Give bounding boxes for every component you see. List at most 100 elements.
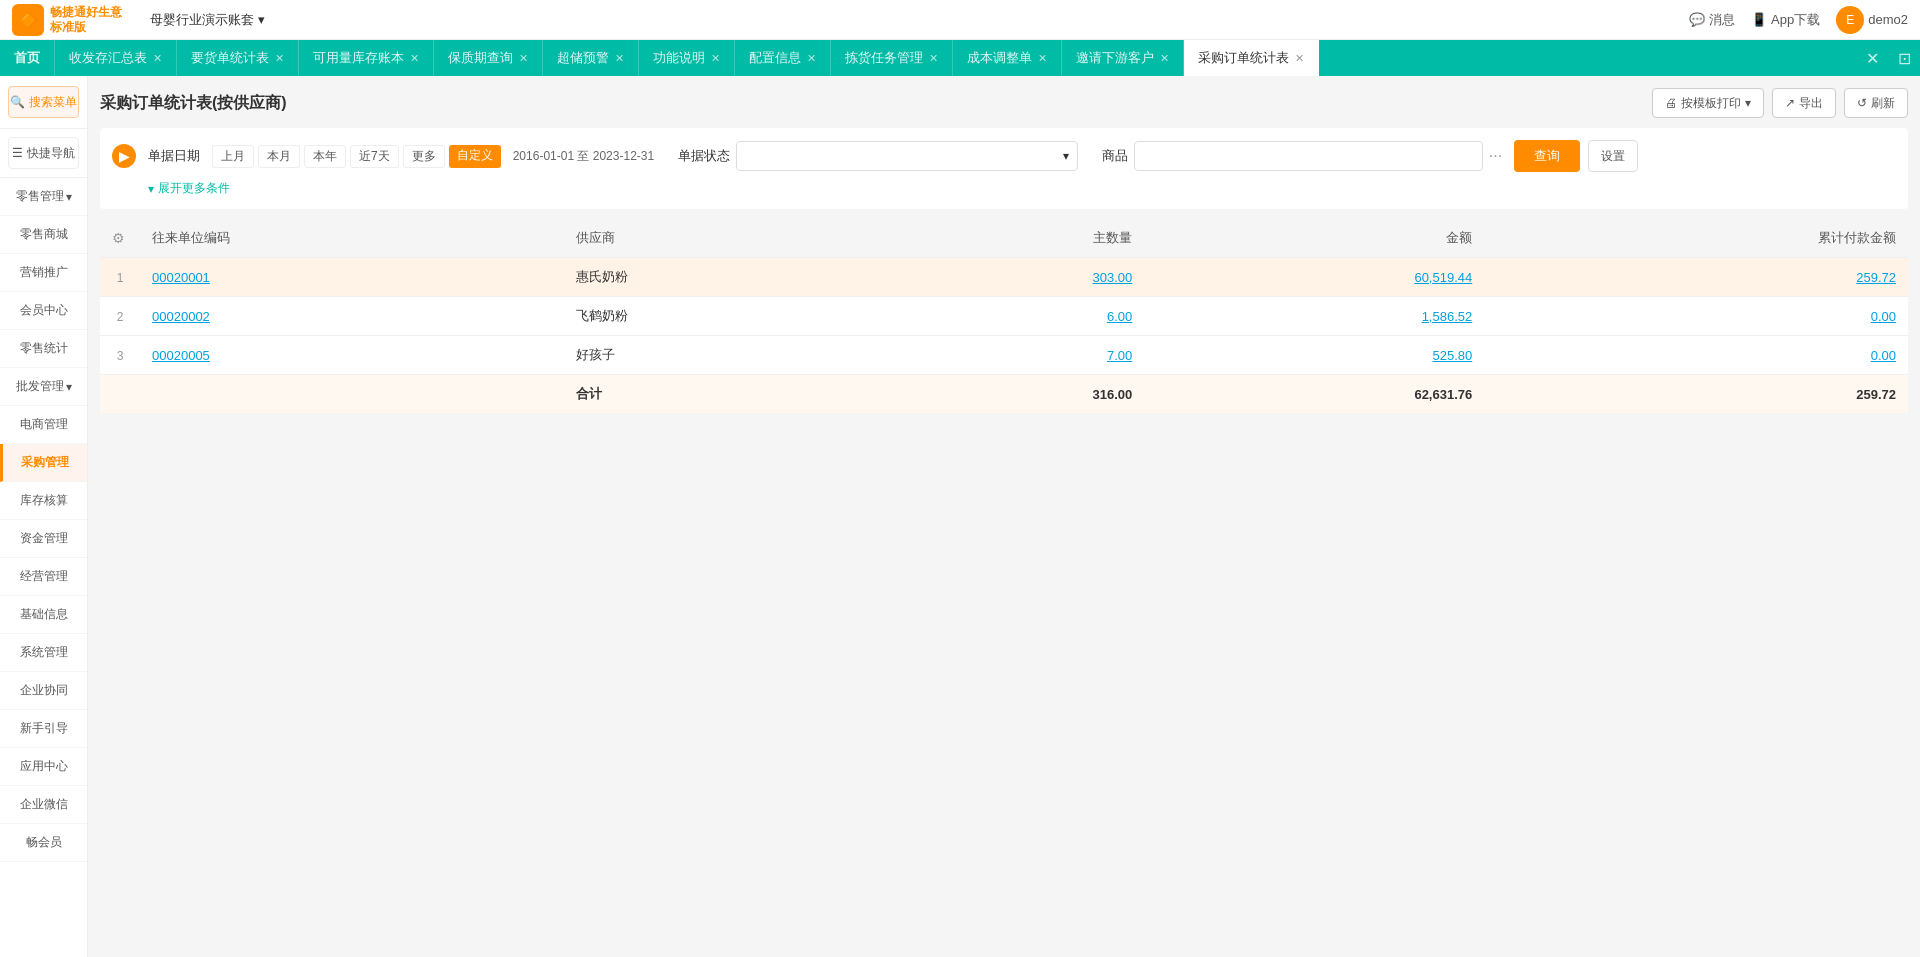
amount-link[interactable]: 1,586.52 bbox=[1422, 309, 1473, 324]
table-row: 1 00020001 惠氏奶粉 303.00 60,519.44 259.72 bbox=[100, 258, 1908, 297]
tab-overstock-warning[interactable]: 超储预警 ✕ bbox=[543, 40, 639, 76]
date-last-month-btn[interactable]: 上月 bbox=[212, 145, 254, 168]
col-header-qty: 主数量 bbox=[879, 219, 1144, 258]
sidebar-item-finance-mgmt[interactable]: 资金管理 bbox=[0, 520, 87, 558]
goods-input[interactable] bbox=[1134, 141, 1483, 171]
close-icon[interactable]: ✕ bbox=[519, 52, 528, 65]
close-icon[interactable]: ✕ bbox=[929, 52, 938, 65]
sidebar-item-ecommerce-mgmt[interactable]: 电商管理 bbox=[0, 406, 87, 444]
close-icon[interactable]: ✕ bbox=[807, 52, 816, 65]
top-bar: 🔶 畅捷通好生意 标准版 母婴行业演示账套 ▾ 💬 消息 📱 App下载 bbox=[0, 0, 1920, 40]
chevron-down-icon: ▾ bbox=[1063, 149, 1069, 163]
tab-maximize-btn[interactable]: ⊡ bbox=[1888, 40, 1920, 76]
expand-more-btn[interactable]: ▾ 展开更多条件 bbox=[148, 180, 230, 197]
amount-cell: 525.80 bbox=[1144, 336, 1484, 375]
nav-tabs-bar: 首页 收发存汇总表 ✕ 要货单统计表 ✕ 可用量库存账本 ✕ 保质期查询 ✕ 超… bbox=[0, 40, 1920, 76]
search-menu-btn[interactable]: 🔍 搜索菜单 bbox=[8, 86, 79, 118]
amount-link[interactable]: 525.80 bbox=[1432, 348, 1472, 363]
sidebar-item-ops-mgmt[interactable]: 经营管理 bbox=[0, 558, 87, 596]
tab-home[interactable]: 首页 bbox=[0, 40, 55, 76]
footer-amount: 62,631.76 bbox=[1144, 375, 1484, 414]
chevron-down-icon: ▾ bbox=[148, 182, 154, 196]
sidebar-item-new-guide[interactable]: 新手引导 bbox=[0, 710, 87, 748]
tab-invite-downstream[interactable]: 邀请下游客户 ✕ bbox=[1062, 40, 1184, 76]
goods-label: 商品 bbox=[1102, 147, 1128, 165]
sidebar-item-purchase-mgmt[interactable]: 采购管理 bbox=[0, 444, 87, 482]
qty-link[interactable]: 6.00 bbox=[1107, 309, 1132, 324]
app-download-btn[interactable]: 📱 App下载 bbox=[1751, 11, 1820, 29]
user-profile[interactable]: E demo2 bbox=[1836, 6, 1908, 34]
quick-nav-btn[interactable]: ☰ 快捷导航 bbox=[8, 137, 79, 169]
paid-link[interactable]: 0.00 bbox=[1871, 348, 1896, 363]
export-btn[interactable]: ↗ 导出 bbox=[1772, 88, 1836, 118]
unit-code-link[interactable]: 00020001 bbox=[152, 270, 210, 285]
goods-filter-field: 商品 ··· bbox=[1102, 141, 1502, 171]
page-title: 采购订单统计表(按供应商) bbox=[100, 93, 287, 114]
tab-cost-adjust[interactable]: 成本调整单 ✕ bbox=[953, 40, 1062, 76]
close-icon[interactable]: ✕ bbox=[1160, 52, 1169, 65]
tab-purchase-summary[interactable]: 采购订单统计表 ✕ bbox=[1184, 40, 1319, 76]
refresh-btn[interactable]: ↺ 刷新 bbox=[1844, 88, 1908, 118]
qty-cell: 303.00 bbox=[879, 258, 1144, 297]
filter-toggle-btn[interactable]: ▶ bbox=[112, 144, 136, 168]
nav-icon: ☰ bbox=[12, 146, 23, 160]
sidebar-item-retail-stats[interactable]: 零售统计 bbox=[0, 330, 87, 368]
tab-config-info[interactable]: 配置信息 ✕ bbox=[735, 40, 831, 76]
paid-amount-cell: 0.00 bbox=[1484, 297, 1908, 336]
workspace-selector[interactable]: 母婴行业演示账套 ▾ bbox=[150, 11, 265, 29]
sidebar-item-enterprise-collab[interactable]: 企业协同 bbox=[0, 672, 87, 710]
amount-link[interactable]: 60,519.44 bbox=[1414, 270, 1472, 285]
close-icon[interactable]: ✕ bbox=[615, 52, 624, 65]
unit-code-link[interactable]: 00020002 bbox=[152, 309, 210, 324]
search-icon: 🔍 bbox=[10, 95, 25, 109]
sidebar-nav-btn-area: ☰ 快捷导航 bbox=[0, 129, 87, 178]
close-icon[interactable]: ✕ bbox=[1295, 52, 1304, 65]
tab-inventory-ledger[interactable]: 可用量库存账本 ✕ bbox=[299, 40, 434, 76]
table-body: 1 00020001 惠氏奶粉 303.00 60,519.44 259.72 … bbox=[100, 258, 1908, 375]
ellipsis-icon[interactable]: ··· bbox=[1489, 147, 1502, 165]
sidebar-item-wholesale-mgmt[interactable]: 批发管理 ▾ bbox=[0, 368, 87, 406]
date-custom-badge[interactable]: 自定义 bbox=[449, 145, 501, 168]
tab-warranty-query[interactable]: 保质期查询 ✕ bbox=[434, 40, 543, 76]
date-this-month-btn[interactable]: 本月 bbox=[258, 145, 300, 168]
chevron-down-icon: ▾ bbox=[1745, 96, 1751, 110]
close-icon[interactable]: ✕ bbox=[410, 52, 419, 65]
sidebar-item-retail-mall[interactable]: 零售商城 bbox=[0, 216, 87, 254]
sidebar: 🔍 搜索菜单 ☰ 快捷导航 零售管理 ▾ 零售商城 营销推广 会 bbox=[0, 76, 88, 957]
sidebar-item-system-mgmt[interactable]: 系统管理 bbox=[0, 634, 87, 672]
paid-link[interactable]: 0.00 bbox=[1871, 309, 1896, 324]
query-btn[interactable]: 查询 bbox=[1514, 140, 1580, 172]
qty-link[interactable]: 7.00 bbox=[1107, 348, 1132, 363]
unit-code-link[interactable]: 00020005 bbox=[152, 348, 210, 363]
date-this-year-btn[interactable]: 本年 bbox=[304, 145, 346, 168]
sidebar-item-member-center[interactable]: 会员中心 bbox=[0, 292, 87, 330]
sidebar-item-enterprise-wechat[interactable]: 企业微信 bbox=[0, 786, 87, 824]
tab-close-btn[interactable]: ✕ bbox=[1856, 40, 1888, 76]
settings-btn[interactable]: 设置 bbox=[1588, 140, 1638, 172]
sidebar-item-app-center[interactable]: 应用中心 bbox=[0, 748, 87, 786]
paid-link[interactable]: 259.72 bbox=[1856, 270, 1896, 285]
sidebar-item-basic-info[interactable]: 基础信息 bbox=[0, 596, 87, 634]
sidebar-item-vip-member[interactable]: 畅会员 bbox=[0, 824, 87, 862]
message-btn[interactable]: 💬 消息 bbox=[1689, 11, 1735, 29]
date-7days-btn[interactable]: 近7天 bbox=[350, 145, 399, 168]
close-icon[interactable]: ✕ bbox=[1038, 52, 1047, 65]
tab-collect-pay[interactable]: 收发存汇总表 ✕ bbox=[55, 40, 177, 76]
tab-order-summary[interactable]: 要货单统计表 ✕ bbox=[177, 40, 299, 76]
sidebar-item-retail-mgmt[interactable]: 零售管理 ▾ bbox=[0, 178, 87, 216]
qty-link[interactable]: 303.00 bbox=[1093, 270, 1133, 285]
close-icon[interactable]: ✕ bbox=[711, 52, 720, 65]
print-btn[interactable]: 🖨 按模板打印 ▾ bbox=[1652, 88, 1764, 118]
date-filter-label: 单据日期 bbox=[148, 147, 200, 165]
sidebar-item-marketing[interactable]: 营销推广 bbox=[0, 254, 87, 292]
settings-icon[interactable]: ⚙ bbox=[112, 230, 125, 246]
logo-icon: 🔶 bbox=[12, 4, 44, 36]
close-icon[interactable]: ✕ bbox=[275, 52, 284, 65]
date-more-btn[interactable]: 更多 bbox=[403, 145, 445, 168]
tab-function-desc[interactable]: 功能说明 ✕ bbox=[639, 40, 735, 76]
close-icon[interactable]: ✕ bbox=[153, 52, 162, 65]
status-select[interactable]: ▾ bbox=[736, 141, 1078, 171]
app-wrapper: 🔶 畅捷通好生意 标准版 母婴行业演示账套 ▾ 💬 消息 📱 App下载 bbox=[0, 0, 1920, 957]
sidebar-item-inventory-check[interactable]: 库存核算 bbox=[0, 482, 87, 520]
tab-pick-task[interactable]: 拣货任务管理 ✕ bbox=[831, 40, 953, 76]
